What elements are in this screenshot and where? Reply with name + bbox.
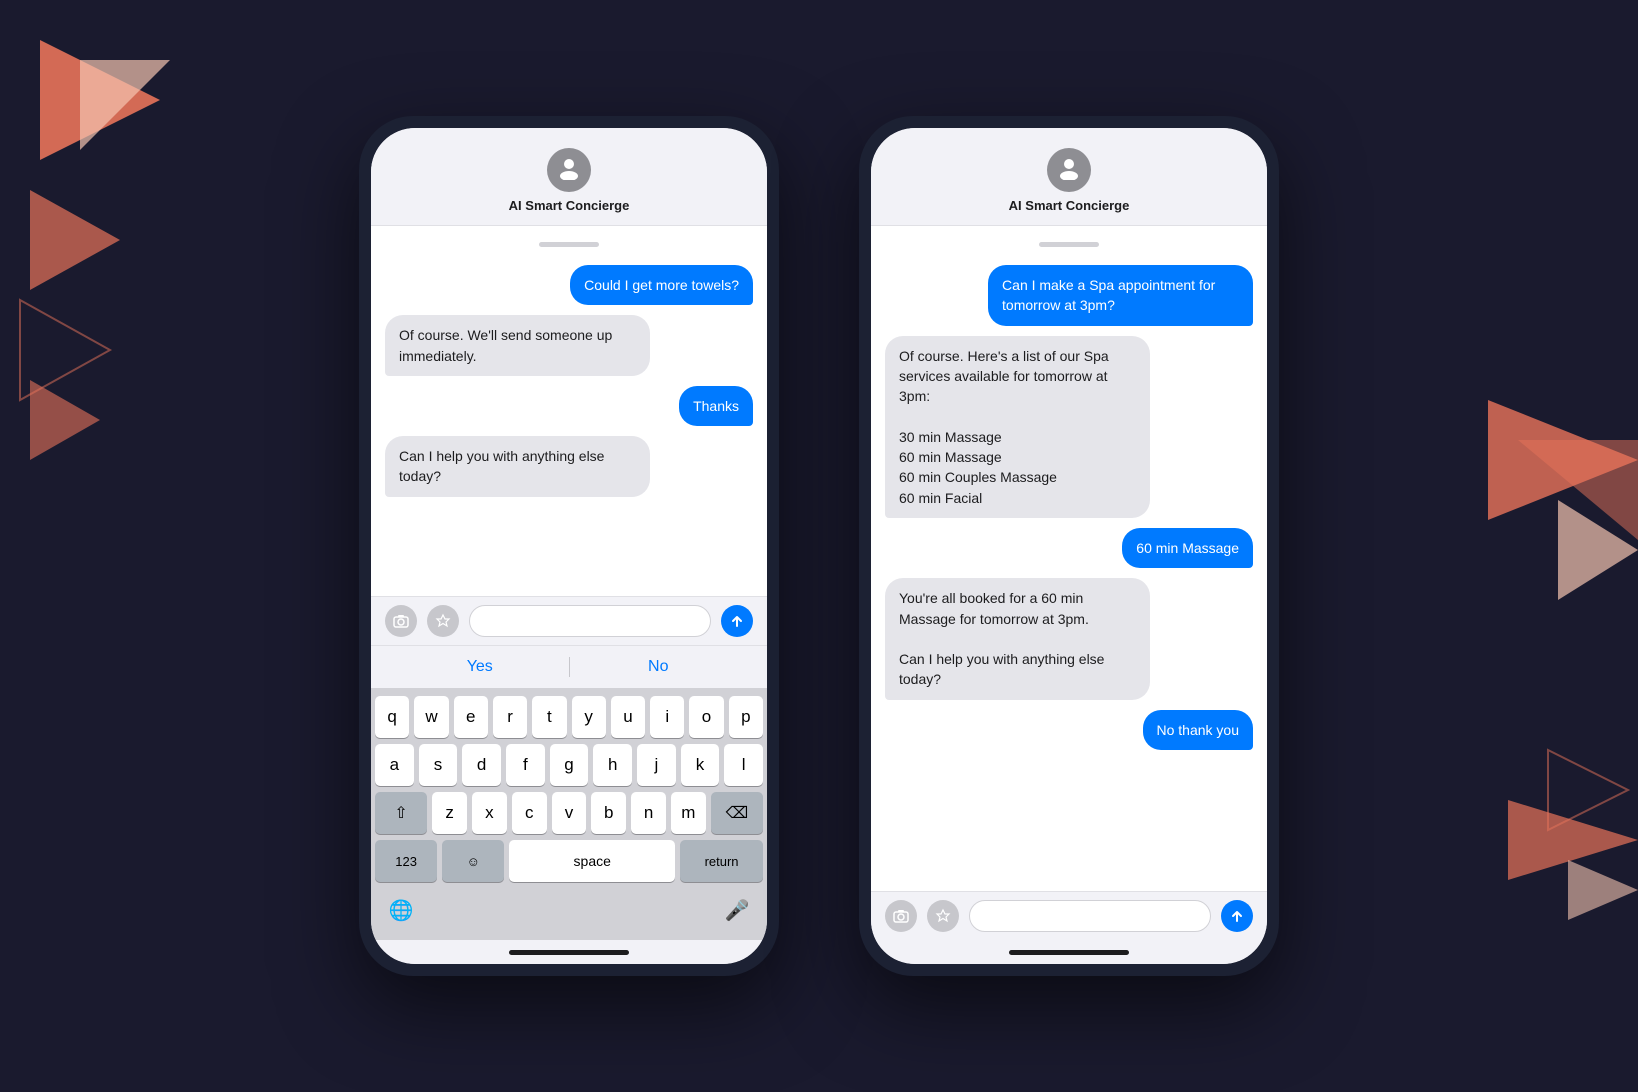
key-d[interactable]: d (462, 744, 501, 786)
left-no-btn[interactable]: No (570, 652, 748, 682)
left-send-btn[interactable] (721, 605, 753, 637)
left-phone-inner: AI Smart Concierge Could I get more towe… (371, 128, 767, 964)
right-msg-1-bubble: Can I make a Spa appointment for tomorro… (988, 265, 1253, 326)
left-header-name: AI Smart Concierge (509, 198, 630, 213)
right-header-name: AI Smart Concierge (1009, 198, 1130, 213)
keyboard-row-3: ⇧ z x c v b n m ⌫ (375, 792, 763, 834)
right-phone: AI Smart Concierge Can I make a Spa appo… (859, 116, 1279, 976)
right-msg-3-bubble: 60 min Massage (1122, 528, 1253, 568)
right-camera-btn[interactable] (885, 900, 917, 932)
left-appstore-btn[interactable] (427, 605, 459, 637)
left-keyboard: q w e r t y u i o p a s d f g (371, 688, 767, 940)
key-j[interactable]: j (637, 744, 676, 786)
left-home-bar (509, 950, 629, 955)
left-quick-reply-row: Yes No (371, 645, 767, 688)
key-p[interactable]: p (729, 696, 763, 738)
key-space[interactable]: space (509, 840, 675, 882)
left-camera-btn[interactable] (385, 605, 417, 637)
left-phone: AI Smart Concierge Could I get more towe… (359, 116, 779, 976)
left-avatar-icon (556, 154, 582, 187)
key-o[interactable]: o (689, 696, 723, 738)
left-msg-1-row: Could I get more towels? (385, 265, 753, 305)
key-x[interactable]: x (472, 792, 507, 834)
key-i[interactable]: i (650, 696, 684, 738)
key-e[interactable]: e (454, 696, 488, 738)
left-msg-2-bubble: Of course. We'll send someone up immedia… (385, 315, 650, 376)
key-v[interactable]: v (552, 792, 587, 834)
key-k[interactable]: k (681, 744, 720, 786)
key-n[interactable]: n (631, 792, 666, 834)
key-u[interactable]: u (611, 696, 645, 738)
right-msg-5-row: No thank you (885, 710, 1253, 750)
right-home-bar (1009, 950, 1129, 955)
right-avatar-icon (1056, 154, 1082, 187)
left-msg-4-bubble: Can I help you with anything else today? (385, 436, 650, 497)
right-appstore-btn[interactable] (927, 900, 959, 932)
key-c[interactable]: c (512, 792, 547, 834)
keyboard-row-1: q w e r t y u i o p (375, 696, 763, 738)
key-shift[interactable]: ⇧ (375, 792, 427, 834)
left-msg-3-row: Thanks (385, 386, 753, 426)
right-msg-4-row: You're all booked for a 60 min Massage f… (885, 578, 1253, 699)
keyboard-row-4: 123 ☺ space return (375, 840, 763, 882)
key-l[interactable]: l (724, 744, 763, 786)
key-q[interactable]: q (375, 696, 409, 738)
right-status-indicator (1039, 242, 1099, 247)
right-messages-area[interactable]: Can I make a Spa appointment for tomorro… (871, 226, 1267, 891)
key-a[interactable]: a (375, 744, 414, 786)
key-h[interactable]: h (593, 744, 632, 786)
left-messages-area[interactable]: Could I get more towels? Of course. We'l… (371, 226, 767, 596)
key-t[interactable]: t (532, 696, 566, 738)
key-b[interactable]: b (591, 792, 626, 834)
key-s[interactable]: s (419, 744, 458, 786)
key-delete[interactable]: ⌫ (711, 792, 763, 834)
right-text-input[interactable] (969, 900, 1211, 932)
left-avatar (547, 148, 591, 192)
main-content: AI Smart Concierge Could I get more towe… (359, 116, 1279, 976)
right-phone-inner: AI Smart Concierge Can I make a Spa appo… (871, 128, 1267, 964)
mic-icon[interactable]: 🎤 (719, 892, 755, 928)
left-msg-1-bubble: Could I get more towels? (570, 265, 753, 305)
key-r[interactable]: r (493, 696, 527, 738)
key-w[interactable]: w (414, 696, 448, 738)
left-status-indicator (539, 242, 599, 247)
keyboard-row-2: a s d f g h j k l (375, 744, 763, 786)
right-msg-1-row: Can I make a Spa appointment for tomorro… (885, 265, 1253, 326)
left-input-bar (371, 596, 767, 645)
key-y[interactable]: y (572, 696, 606, 738)
left-msg-3-bubble: Thanks (679, 386, 753, 426)
key-return[interactable]: return (680, 840, 763, 882)
left-triangles (0, 0, 300, 500)
globe-icon[interactable]: 🌐 (383, 892, 419, 928)
key-z[interactable]: z (432, 792, 467, 834)
left-home-indicator (371, 940, 767, 964)
right-triangles (1288, 0, 1638, 1092)
right-phone-header: AI Smart Concierge (871, 128, 1267, 226)
keyboard-bottom: 🌐 🎤 (375, 888, 763, 936)
left-yes-btn[interactable]: Yes (391, 652, 569, 682)
right-avatar (1047, 148, 1091, 192)
left-text-input[interactable] (469, 605, 711, 637)
right-home-indicator (871, 940, 1267, 964)
left-msg-4-row: Can I help you with anything else today? (385, 436, 753, 497)
left-phone-header: AI Smart Concierge (371, 128, 767, 226)
right-msg-2-bubble: Of course. Here's a list of our Spa serv… (885, 336, 1150, 518)
key-f[interactable]: f (506, 744, 545, 786)
key-m[interactable]: m (671, 792, 706, 834)
right-msg-4-bubble: You're all booked for a 60 min Massage f… (885, 578, 1150, 699)
right-msg-2-row: Of course. Here's a list of our Spa serv… (885, 336, 1253, 518)
right-msg-3-row: 60 min Massage (885, 528, 1253, 568)
right-input-bar (871, 891, 1267, 940)
key-emoji[interactable]: ☺ (442, 840, 504, 882)
right-msg-5-bubble: No thank you (1143, 710, 1254, 750)
key-g[interactable]: g (550, 744, 589, 786)
right-send-btn[interactable] (1221, 900, 1253, 932)
left-msg-2-row: Of course. We'll send someone up immedia… (385, 315, 753, 376)
key-numbers[interactable]: 123 (375, 840, 437, 882)
